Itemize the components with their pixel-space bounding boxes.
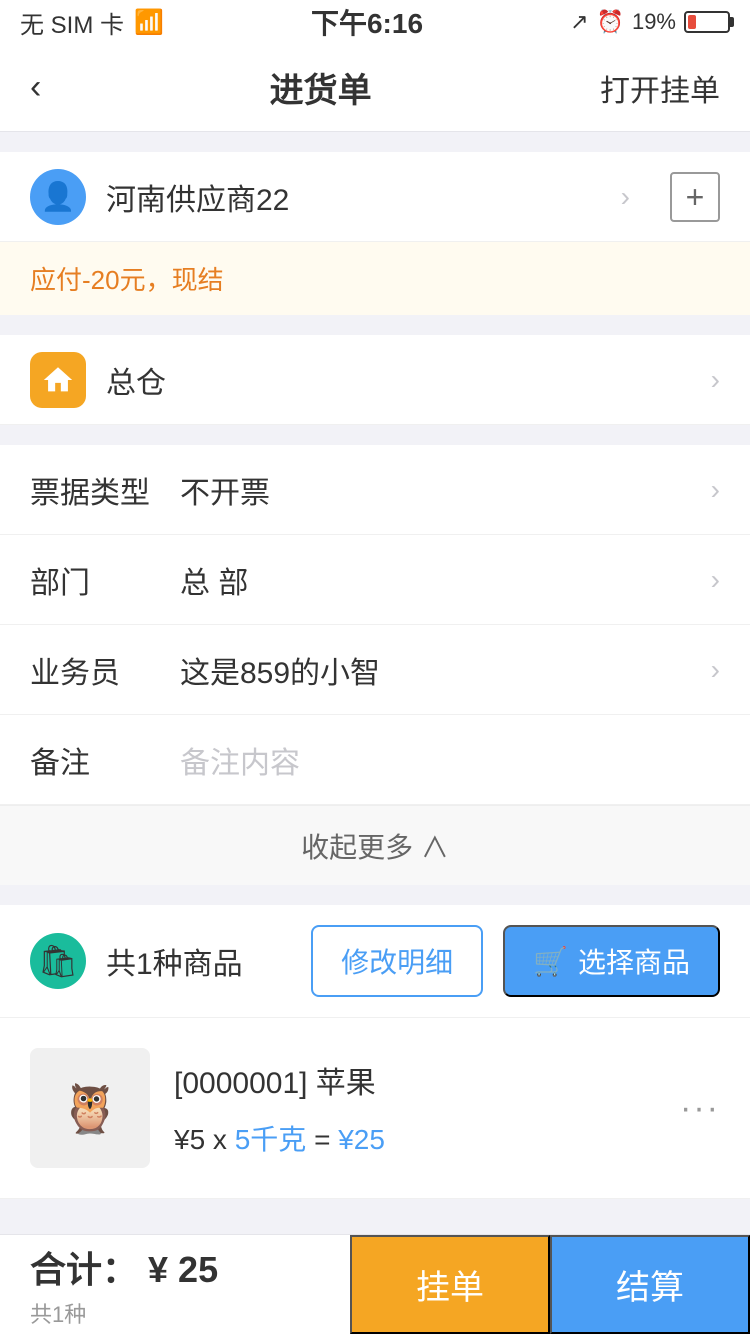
total-section: 合计： ¥ 25 共1种 bbox=[0, 1241, 350, 1329]
invoice-value: 不开票 bbox=[170, 468, 711, 512]
hang-button[interactable]: 挂单 bbox=[350, 1235, 550, 1334]
product-equals: = bbox=[314, 1124, 338, 1155]
product-item: 🦉 [0000001] 苹果 ¥5 x 5千克 = ¥25 ··· bbox=[0, 1018, 750, 1199]
select-product-button[interactable]: 🛒 选择商品 bbox=[503, 925, 720, 997]
nav-bar: ‹ 进货单 打开挂单 bbox=[0, 44, 750, 132]
open-hang-button[interactable]: 打开挂单 bbox=[600, 66, 720, 110]
supplier-row[interactable]: 👤 河南供应商22 › + bbox=[0, 152, 750, 242]
total-count: 共1种 bbox=[30, 1297, 320, 1329]
warehouse-icon bbox=[41, 363, 75, 397]
battery-percentage: 19% bbox=[632, 9, 676, 35]
product-id: [0000001] bbox=[174, 1067, 316, 1100]
collapse-toggle[interactable]: 收起更多 ∧ bbox=[0, 805, 750, 885]
plus-icon: + bbox=[686, 181, 705, 213]
department-chevron-icon: › bbox=[711, 564, 720, 596]
warehouse-chevron-icon: › bbox=[711, 364, 720, 396]
add-supplier-button[interactable]: + bbox=[670, 172, 720, 222]
salesman-row[interactable]: 业务员 这是859的小智 › bbox=[0, 625, 750, 715]
product-unit-price: ¥5 x bbox=[174, 1124, 235, 1155]
status-time: 下午6:16 bbox=[311, 2, 423, 42]
remark-input[interactable]: 备注内容 bbox=[170, 738, 720, 782]
product-price-row: ¥5 x 5千克 = ¥25 bbox=[174, 1118, 680, 1158]
section-gap-3 bbox=[0, 425, 750, 445]
warning-text: 应付-20元，现结 bbox=[30, 265, 224, 295]
products-header: 🛍 共1种商品 修改明细 🛒 选择商品 bbox=[0, 905, 750, 1018]
alarm-icon: ⏰ bbox=[597, 9, 624, 35]
products-icon: 🛍 bbox=[38, 942, 79, 980]
warehouse-row[interactable]: 总仓 › bbox=[0, 335, 750, 425]
product-title: 苹果 bbox=[316, 1067, 376, 1100]
product-thumbnail: 🦉 bbox=[30, 1048, 150, 1168]
modify-detail-button[interactable]: 修改明细 bbox=[311, 925, 483, 997]
total-amount: 合计： ¥ 25 bbox=[30, 1241, 320, 1293]
page-title: 进货单 bbox=[270, 63, 372, 112]
remark-row[interactable]: 备注 备注内容 bbox=[0, 715, 750, 805]
department-row[interactable]: 部门 总 部 › bbox=[0, 535, 750, 625]
product-logo-icon: 🦉 bbox=[60, 1080, 120, 1137]
warehouse-section: 总仓 › bbox=[0, 335, 750, 425]
location-icon: ↗ bbox=[570, 9, 588, 35]
salesman-label: 业务员 bbox=[30, 648, 170, 692]
battery-indicator bbox=[684, 11, 730, 33]
department-label: 部门 bbox=[30, 558, 170, 602]
remark-label: 备注 bbox=[30, 738, 170, 782]
status-bar: 无 SIM 卡 📶 下午6:16 ↗ ⏰ 19% bbox=[0, 0, 750, 44]
status-left: 无 SIM 卡 📶 bbox=[20, 5, 164, 40]
battery-fill bbox=[688, 15, 696, 29]
invoice-label: 票据类型 bbox=[30, 468, 170, 512]
product-more-button[interactable]: ··· bbox=[680, 1089, 720, 1128]
product-quantity: 5千克 bbox=[235, 1124, 307, 1155]
section-gap-2 bbox=[0, 315, 750, 335]
wifi-icon: 📶 bbox=[134, 8, 164, 37]
department-value: 总 部 bbox=[170, 558, 711, 602]
section-gap-4 bbox=[0, 885, 750, 905]
collapse-label: 收起更多 ∧ bbox=[301, 826, 449, 866]
bottom-bar: 合计： ¥ 25 共1种 挂单 结算 bbox=[0, 1234, 750, 1334]
warning-banner: 应付-20元，现结 bbox=[0, 242, 750, 315]
warehouse-icon-bg bbox=[30, 352, 86, 408]
settle-button[interactable]: 结算 bbox=[550, 1235, 750, 1334]
total-label: 合计： bbox=[30, 1249, 138, 1290]
product-info: [0000001] 苹果 ¥5 x 5千克 = ¥25 bbox=[174, 1058, 680, 1158]
supplier-chevron-icon: › bbox=[621, 181, 630, 213]
products-icon-bg: 🛍 bbox=[30, 933, 86, 989]
invoice-chevron-icon: › bbox=[711, 474, 720, 506]
supplier-name: 河南供应商22 bbox=[106, 175, 621, 219]
avatar-icon: 👤 bbox=[41, 180, 76, 213]
product-total: ¥25 bbox=[338, 1124, 385, 1155]
section-gap-1 bbox=[0, 132, 750, 152]
supplier-section: 👤 河南供应商22 › + 应付-20元，现结 bbox=[0, 152, 750, 315]
select-product-icon: 🛒 bbox=[533, 945, 568, 978]
total-value: ¥ 25 bbox=[148, 1249, 218, 1290]
carrier-text: 无 SIM 卡 bbox=[20, 5, 124, 40]
product-name: [0000001] 苹果 bbox=[174, 1058, 680, 1102]
supplier-avatar: 👤 bbox=[30, 169, 86, 225]
select-product-label: 选择商品 bbox=[578, 941, 690, 981]
salesman-value: 这是859的小智 bbox=[170, 648, 711, 692]
warehouse-name: 总仓 bbox=[106, 358, 711, 402]
status-right: ↗ ⏰ 19% bbox=[570, 9, 730, 35]
products-count: 共1种商品 bbox=[106, 939, 311, 983]
back-button[interactable]: ‹ bbox=[30, 68, 41, 107]
form-section: 票据类型 不开票 › 部门 总 部 › 业务员 这是859的小智 › 备注 备注… bbox=[0, 445, 750, 885]
invoice-row[interactable]: 票据类型 不开票 › bbox=[0, 445, 750, 535]
products-section: 🛍 共1种商品 修改明细 🛒 选择商品 🦉 [0000001] 苹果 ¥5 x … bbox=[0, 905, 750, 1199]
salesman-chevron-icon: › bbox=[711, 654, 720, 686]
